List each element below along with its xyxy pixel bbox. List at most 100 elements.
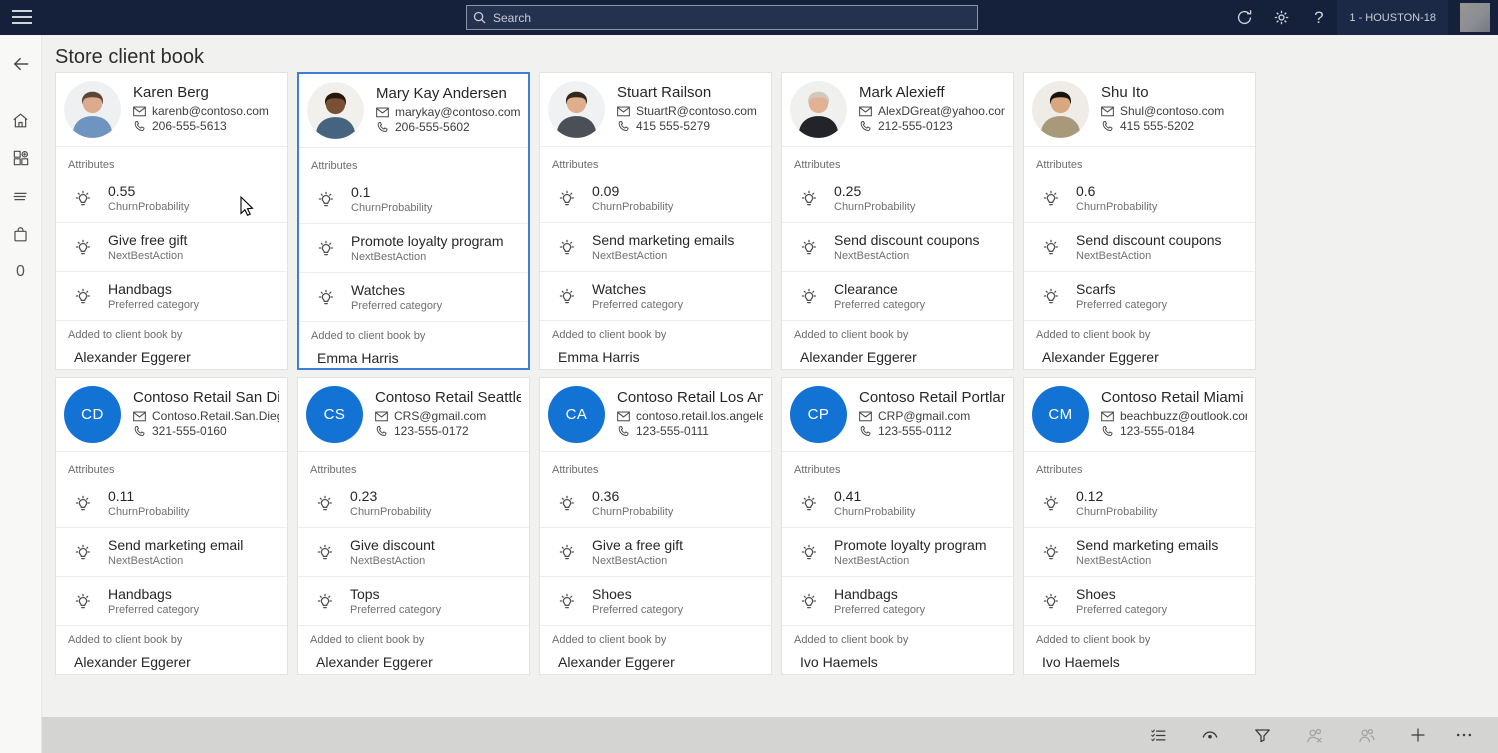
help-icon[interactable]: ? (1300, 0, 1337, 35)
card-footer: Added to client book by Ivo Haemels (1024, 625, 1255, 674)
email-icon (859, 411, 872, 422)
insight-bulb-icon (72, 590, 94, 612)
avatar: CM (1032, 386, 1089, 443)
attribute-row: 0.11 ChurnProbability (56, 478, 287, 527)
client-card[interactable]: CA Contoso Retail Los Ang... contoso.ret… (539, 377, 772, 675)
attribute-label: Preferred category (834, 604, 925, 616)
attribute-row: Give a free gift NextBestAction (540, 527, 771, 576)
attribute-row: Promote loyalty program NextBestAction (782, 527, 1013, 576)
store-selector-button[interactable]: 1 - HOUSTON-18 (1337, 0, 1448, 35)
insight-bulb-icon (72, 187, 94, 209)
sidebar-item-home[interactable] (0, 103, 42, 137)
search-input[interactable] (493, 11, 971, 25)
client-card[interactable]: Mark Alexieff AlexDGreat@yahoo.com 212-5… (781, 72, 1014, 370)
attribute-row: Send marketing email NextBestAction (56, 527, 287, 576)
client-name: Mark Alexieff (859, 84, 1005, 101)
client-card[interactable]: Shu Ito Shul@contoso.com 415 555-5202 At… (1023, 72, 1256, 370)
attribute-row: 0.6 ChurnProbability (1024, 173, 1255, 222)
card-header: CD Contoso Retail San Diego Contoso.Reta… (56, 378, 287, 452)
attribute-row: 0.23 ChurnProbability (298, 478, 529, 527)
insight-bulb-icon (798, 236, 820, 258)
insight-bulb-icon (556, 236, 578, 258)
email-icon (376, 107, 389, 118)
phone-icon (133, 120, 146, 133)
settings-gear-icon[interactable] (1263, 0, 1300, 35)
card-footer: Added to client book by Alexander Eggere… (56, 625, 287, 674)
attribute-label: NextBestAction (834, 555, 987, 567)
client-name: Contoso Retail Portland (859, 389, 1005, 406)
user-avatar[interactable] (1460, 3, 1490, 32)
insight-bulb-icon (798, 541, 820, 563)
sidebar-item-products[interactable] (0, 141, 42, 175)
client-email: karenb@contoso.com (152, 104, 269, 118)
phone-icon (133, 425, 146, 438)
sidebar-item-shop[interactable] (0, 217, 42, 251)
insight-bulb-icon (798, 590, 820, 612)
attribute-value: Scarfs (1076, 281, 1167, 297)
client-name: Shu Ito (1101, 84, 1224, 101)
hamburger-menu-icon[interactable] (12, 10, 32, 25)
attribute-value: Give discount (350, 537, 435, 553)
insight-bulb-icon (798, 285, 820, 307)
insight-bulb-icon (315, 286, 337, 308)
filter-icon[interactable] (1236, 717, 1288, 753)
client-phone: 123-555-0111 (636, 424, 709, 438)
attributes-label: Attributes (782, 147, 1013, 173)
client-card[interactable]: CS Contoso Retail Seattle CRS@gmail.com … (297, 377, 530, 675)
attribute-label: NextBestAction (1076, 250, 1222, 262)
client-card[interactable]: CM Contoso Retail Miami beachbuzz@outloo… (1023, 377, 1256, 675)
attribute-row: 0.55 ChurnProbability (56, 173, 287, 222)
client-name: Stuart Railson (617, 84, 757, 101)
insights-eye-icon[interactable] (1184, 717, 1236, 753)
client-card[interactable]: Stuart Railson StuartR@contoso.com 415 5… (539, 72, 772, 370)
attribute-label: ChurnProbability (350, 506, 431, 518)
card-footer: Added to client book by Emma Harris (540, 320, 771, 369)
refresh-icon[interactable] (1226, 0, 1263, 35)
insight-bulb-icon (556, 285, 578, 307)
insight-bulb-icon (1040, 187, 1062, 209)
attribute-label: Preferred category (351, 300, 442, 312)
attribute-row: Shoes Preferred category (540, 576, 771, 625)
insight-bulb-icon (1040, 492, 1062, 514)
attributes-label: Attributes (298, 452, 529, 478)
avatar (790, 81, 847, 138)
more-options-icon[interactable] (1444, 717, 1484, 753)
attribute-row: Scarfs Preferred category (1024, 271, 1255, 320)
attribute-value: Send marketing emails (1076, 537, 1218, 553)
sidebar-item-lists[interactable] (0, 179, 42, 213)
add-icon[interactable] (1392, 717, 1444, 753)
insight-bulb-icon (314, 492, 336, 514)
attribute-label: NextBestAction (108, 555, 243, 567)
attributes-label: Attributes (540, 147, 771, 173)
added-by-name: Ivo Haemels (794, 654, 1001, 670)
insight-bulb-icon (72, 236, 94, 258)
email-icon (617, 411, 630, 422)
search-box[interactable] (466, 5, 978, 30)
attribute-label: NextBestAction (351, 251, 504, 263)
card-footer: Added to client book by Alexander Eggere… (56, 320, 287, 369)
insight-bulb-icon (72, 285, 94, 307)
avatar: CS (306, 386, 363, 443)
added-by-label: Added to client book by (68, 634, 275, 646)
phone-icon (859, 120, 872, 133)
attribute-value: Watches (351, 282, 442, 298)
client-card[interactable]: CP Contoso Retail Portland CRP@gmail.com… (781, 377, 1014, 675)
attribute-value: 0.25 (834, 183, 915, 199)
attribute-value: Shoes (592, 586, 683, 602)
back-arrow-button[interactable] (0, 47, 42, 81)
multiselect-list-icon[interactable] (1132, 717, 1184, 753)
attribute-label: Preferred category (592, 299, 683, 311)
attribute-row: Give free gift NextBestAction (56, 222, 287, 271)
client-group-icon[interactable] (1340, 717, 1392, 753)
attribute-label: ChurnProbability (834, 201, 915, 213)
remove-client-icon[interactable] (1288, 717, 1340, 753)
client-phone: 123-555-0172 (394, 424, 469, 438)
added-by-name: Emma Harris (552, 349, 759, 365)
client-card[interactable]: CD Contoso Retail San Diego Contoso.Reta… (55, 377, 288, 675)
client-card[interactable]: Karen Berg karenb@contoso.com 206-555-56… (55, 72, 288, 370)
sidebar-badge-count: 0 (16, 263, 25, 281)
attribute-label: ChurnProbability (1076, 201, 1157, 213)
attribute-label: ChurnProbability (351, 202, 432, 214)
attributes-label: Attributes (56, 452, 287, 478)
client-card[interactable]: Mary Kay Andersen marykay@contoso.com 20… (297, 72, 530, 370)
